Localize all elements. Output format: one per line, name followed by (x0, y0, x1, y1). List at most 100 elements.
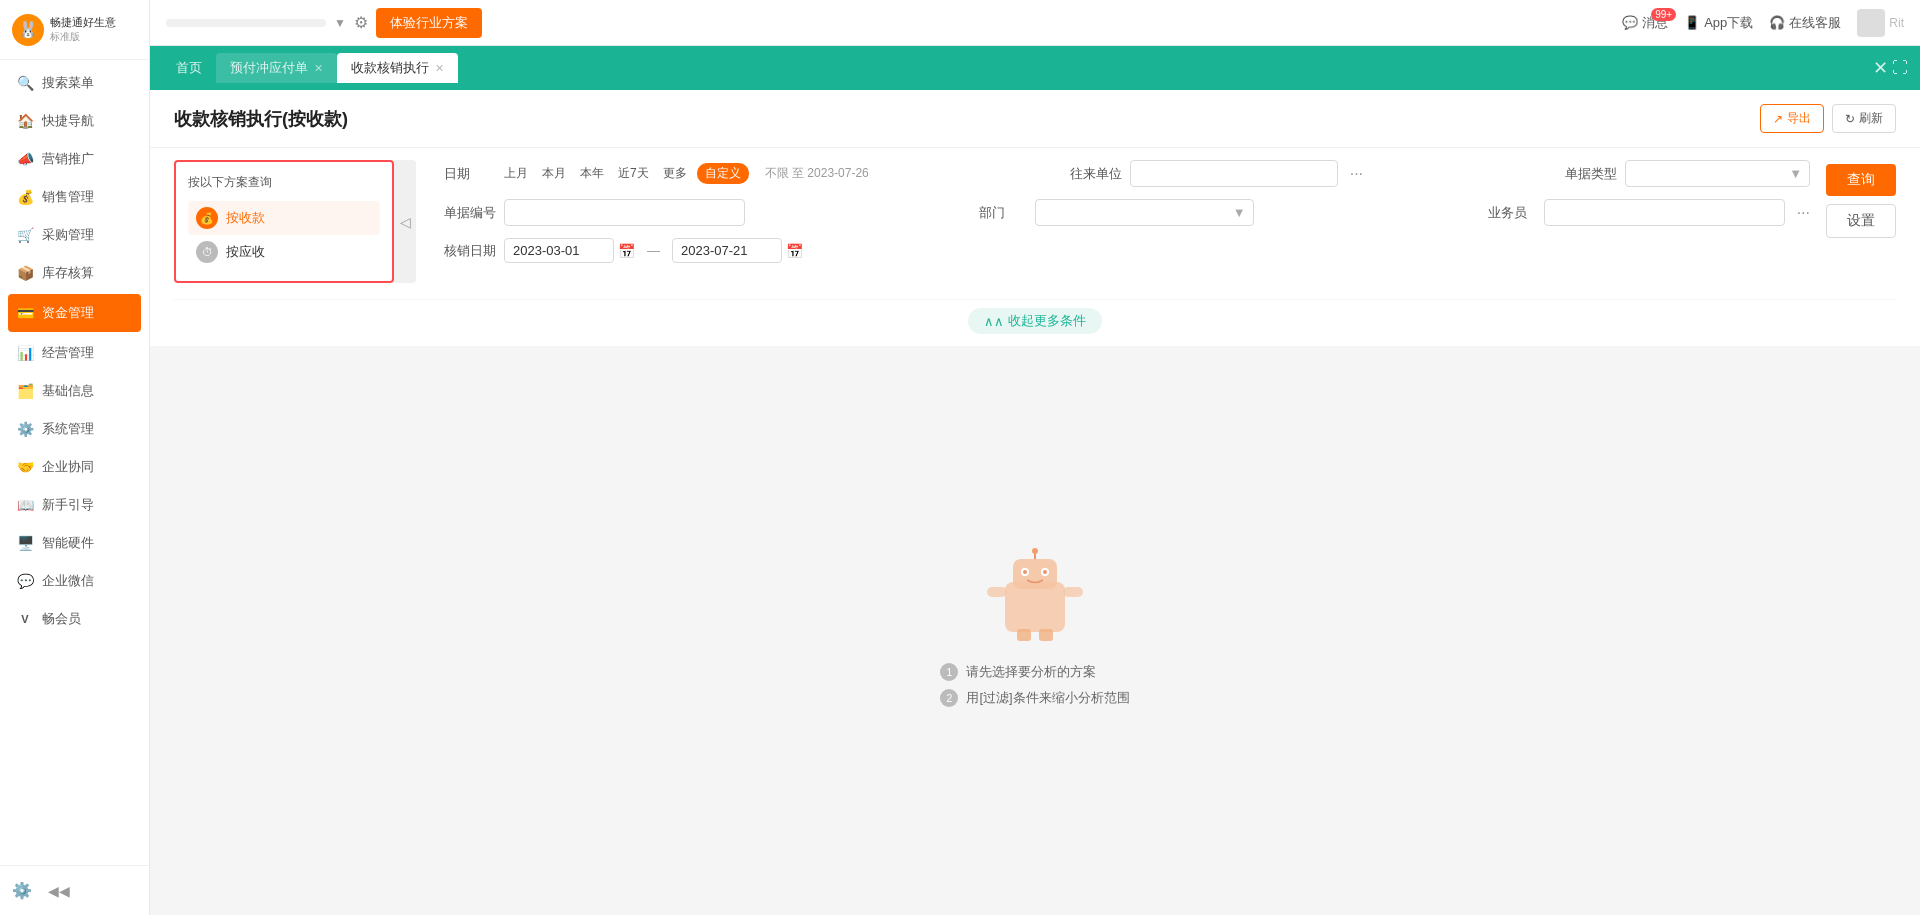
sidebar-item-hardware[interactable]: 🖥️ 智能硬件 (0, 524, 149, 562)
collapse-more-label: 收起更多条件 (1008, 312, 1086, 330)
topbar-search-display (166, 19, 326, 27)
logo-text-area: 畅捷通好生意 标准版 (50, 15, 116, 43)
refresh-btn[interactable]: ↻ 刷新 (1832, 104, 1896, 133)
filter-left-panel: 按以下方案查询 💰 按收款 ⏱ 按应收 (174, 160, 394, 283)
sidebar-item-search[interactable]: 🔍 搜索菜单 (0, 64, 149, 102)
tab-prepay-close[interactable]: ✕ (314, 62, 323, 75)
date-tag-custom[interactable]: 自定义 (697, 163, 749, 184)
verify-date-start-input[interactable] (504, 238, 614, 263)
sidebar-item-system[interactable]: ⚙️ 系统管理 (0, 410, 149, 448)
export-btn[interactable]: ↗ 导出 (1760, 104, 1824, 133)
dept-select[interactable] (1035, 199, 1254, 226)
sidebar-label-purchase: 采购管理 (42, 226, 94, 244)
voucher-no-input[interactable] (504, 199, 745, 226)
sidebar-item-finance[interactable]: 💳 资金管理 (8, 294, 141, 332)
collapse-sidebar-icon[interactable]: ◀◀ (48, 883, 70, 899)
sidebar-item-base[interactable]: 🗂️ 基础信息 (0, 372, 149, 410)
query-btn[interactable]: 查询 (1826, 164, 1896, 196)
export-label: 导出 (1787, 110, 1811, 127)
sidebar-nav: 🔍 搜索菜单 🏠 快捷导航 📣 营销推广 💰 销售管理 🛒 采购管理 📦 库存核… (0, 60, 149, 865)
voucher-type-wrapper: ▼ (1625, 160, 1810, 187)
date-tag-more[interactable]: 更多 (659, 163, 691, 184)
date-tag-7days[interactable]: 近7天 (614, 163, 653, 184)
counterpart-input[interactable] (1130, 160, 1337, 187)
empty-state: 1 请先选择要分析的方案 2 用[过滤]条件来缩小分析范围 (150, 346, 1920, 915)
expand-btn[interactable]: ⛶ (1892, 59, 1908, 77)
date-tag-this-month[interactable]: 本月 (538, 163, 570, 184)
tab-verify[interactable]: 收款核销执行 ✕ (337, 53, 458, 83)
filter-option-by-receivable[interactable]: ⏱ 按应收 (188, 235, 380, 269)
header-actions: ↗ 导出 ↻ 刷新 (1760, 104, 1896, 147)
tab-home[interactable]: 首页 (162, 53, 216, 83)
sidebar-item-operation[interactable]: 📊 经营管理 (0, 334, 149, 372)
action-buttons: 查询 设置 (1826, 164, 1896, 238)
online-service-label: 在线客服 (1789, 14, 1841, 32)
date-quick-options: 上月 本月 本年 近7天 更多 自定义 (500, 163, 749, 184)
message-icon: 💬 (1622, 15, 1638, 30)
online-service-item[interactable]: 🎧 在线客服 (1769, 14, 1841, 32)
svg-rect-10 (987, 587, 1007, 597)
setting-btn[interactable]: 设置 (1826, 204, 1896, 238)
sidebar-item-sales[interactable]: 💰 销售管理 (0, 178, 149, 216)
topbar-gear-icon[interactable]: ⚙ (354, 13, 368, 32)
operation-icon: 📊 (16, 344, 34, 362)
tab-home-label: 首页 (176, 59, 202, 77)
second-row: 单据编号 部门 ▼ (444, 199, 1810, 226)
verify-date-start-wrap: 📅 (504, 238, 635, 263)
filter-panel-title: 按以下方案查询 (188, 174, 380, 191)
sidebar-item-marketing[interactable]: 📣 营销推广 (0, 140, 149, 178)
empty-hint2-text: 用[过滤]条件来缩小分析范围 (966, 689, 1129, 707)
verify-date-end-input[interactable] (672, 238, 782, 263)
voucher-no-label: 单据编号 (444, 204, 496, 222)
staff-dots[interactable]: ··· (1797, 204, 1810, 222)
sidebar-item-guide[interactable]: 📖 新手引导 (0, 486, 149, 524)
close-all-btn[interactable]: ✕ (1873, 57, 1888, 79)
sidebar-label-marketing: 营销推广 (42, 150, 94, 168)
voucher-type-select[interactable] (1625, 160, 1810, 187)
refresh-label: 刷新 (1859, 110, 1883, 127)
topbar: ▼ ⚙ 体验行业方案 💬 消息 99+ 📱 App下载 🎧 在线客服 Rit (150, 0, 1920, 46)
date-tag-this-year[interactable]: 本年 (576, 163, 608, 184)
tab-verify-close[interactable]: ✕ (435, 62, 444, 75)
app-download-item[interactable]: 📱 App下载 (1684, 14, 1753, 32)
svg-rect-8 (1017, 629, 1031, 641)
settings-footer-icon[interactable]: ⚙️ (12, 881, 32, 900)
message-item[interactable]: 💬 消息 99+ (1622, 14, 1668, 32)
tab-prepay[interactable]: 预付冲应付单 ✕ (216, 53, 337, 83)
content-area: 收款核销执行(按收款) ↗ 导出 ↻ 刷新 按以下方案查询 💰 (150, 90, 1920, 915)
sidebar-item-wechat[interactable]: 💬 企业微信 (0, 562, 149, 600)
empty-hint2: 2 用[过滤]条件来缩小分析范围 (940, 689, 1129, 707)
sidebar-item-purchase[interactable]: 🛒 采购管理 (0, 216, 149, 254)
counterpart-label: 往来单位 (1070, 165, 1122, 183)
sidebar-item-shortcut[interactable]: 🏠 快捷导航 (0, 102, 149, 140)
sidebar: 🐰 畅捷通好生意 标准版 🔍 搜索菜单 🏠 快捷导航 📣 营销推广 💰 销售管理… (0, 0, 150, 915)
svg-point-7 (1032, 548, 1038, 554)
sidebar-item-collab[interactable]: 🤝 企业协同 (0, 448, 149, 486)
logo-icon: 🐰 (12, 14, 44, 46)
voucher-type-label: 单据类型 (1565, 165, 1617, 183)
sales-icon: 💰 (16, 188, 34, 206)
date-tag-last-month[interactable]: 上月 (500, 163, 532, 184)
industry-btn[interactable]: 体验行业方案 (376, 8, 482, 38)
tab-verify-label: 收款核销执行 (351, 59, 429, 77)
sidebar-item-member[interactable]: V 畅会员 (0, 600, 149, 638)
verify-date-start-cal[interactable]: 📅 (618, 243, 635, 259)
page-title: 收款核销执行(按收款) (174, 107, 348, 145)
filter-fields: 日期 上月 本月 本年 近7天 更多 自定义 (444, 160, 1810, 263)
empty-hint1: 1 请先选择要分析的方案 (940, 663, 1129, 681)
user-name: Rit (1889, 16, 1904, 30)
filter-option-by-receipt[interactable]: 💰 按收款 (188, 201, 380, 235)
sidebar-label-guide: 新手引导 (42, 496, 94, 514)
filter-row-1: 日期 上月 本月 本年 近7天 更多 自定义 (444, 160, 1896, 263)
sidebar-label-system: 系统管理 (42, 420, 94, 438)
counterpart-dots[interactable]: ··· (1350, 165, 1363, 183)
collapse-filter-btn[interactable]: ◁ (394, 160, 416, 283)
filter-main: 按以下方案查询 💰 按收款 ⏱ 按应收 ◁ (174, 148, 1896, 295)
shortcut-icon: 🏠 (16, 112, 34, 130)
sidebar-item-inventory[interactable]: 📦 库存核算 (0, 254, 149, 292)
collapse-more-btn[interactable]: ∧∧ 收起更多条件 (968, 308, 1102, 334)
dept-label: 部门 (979, 204, 1027, 222)
topbar-dropdown-icon[interactable]: ▼ (334, 16, 346, 30)
verify-date-end-cal[interactable]: 📅 (786, 243, 803, 259)
staff-input[interactable] (1544, 199, 1785, 226)
